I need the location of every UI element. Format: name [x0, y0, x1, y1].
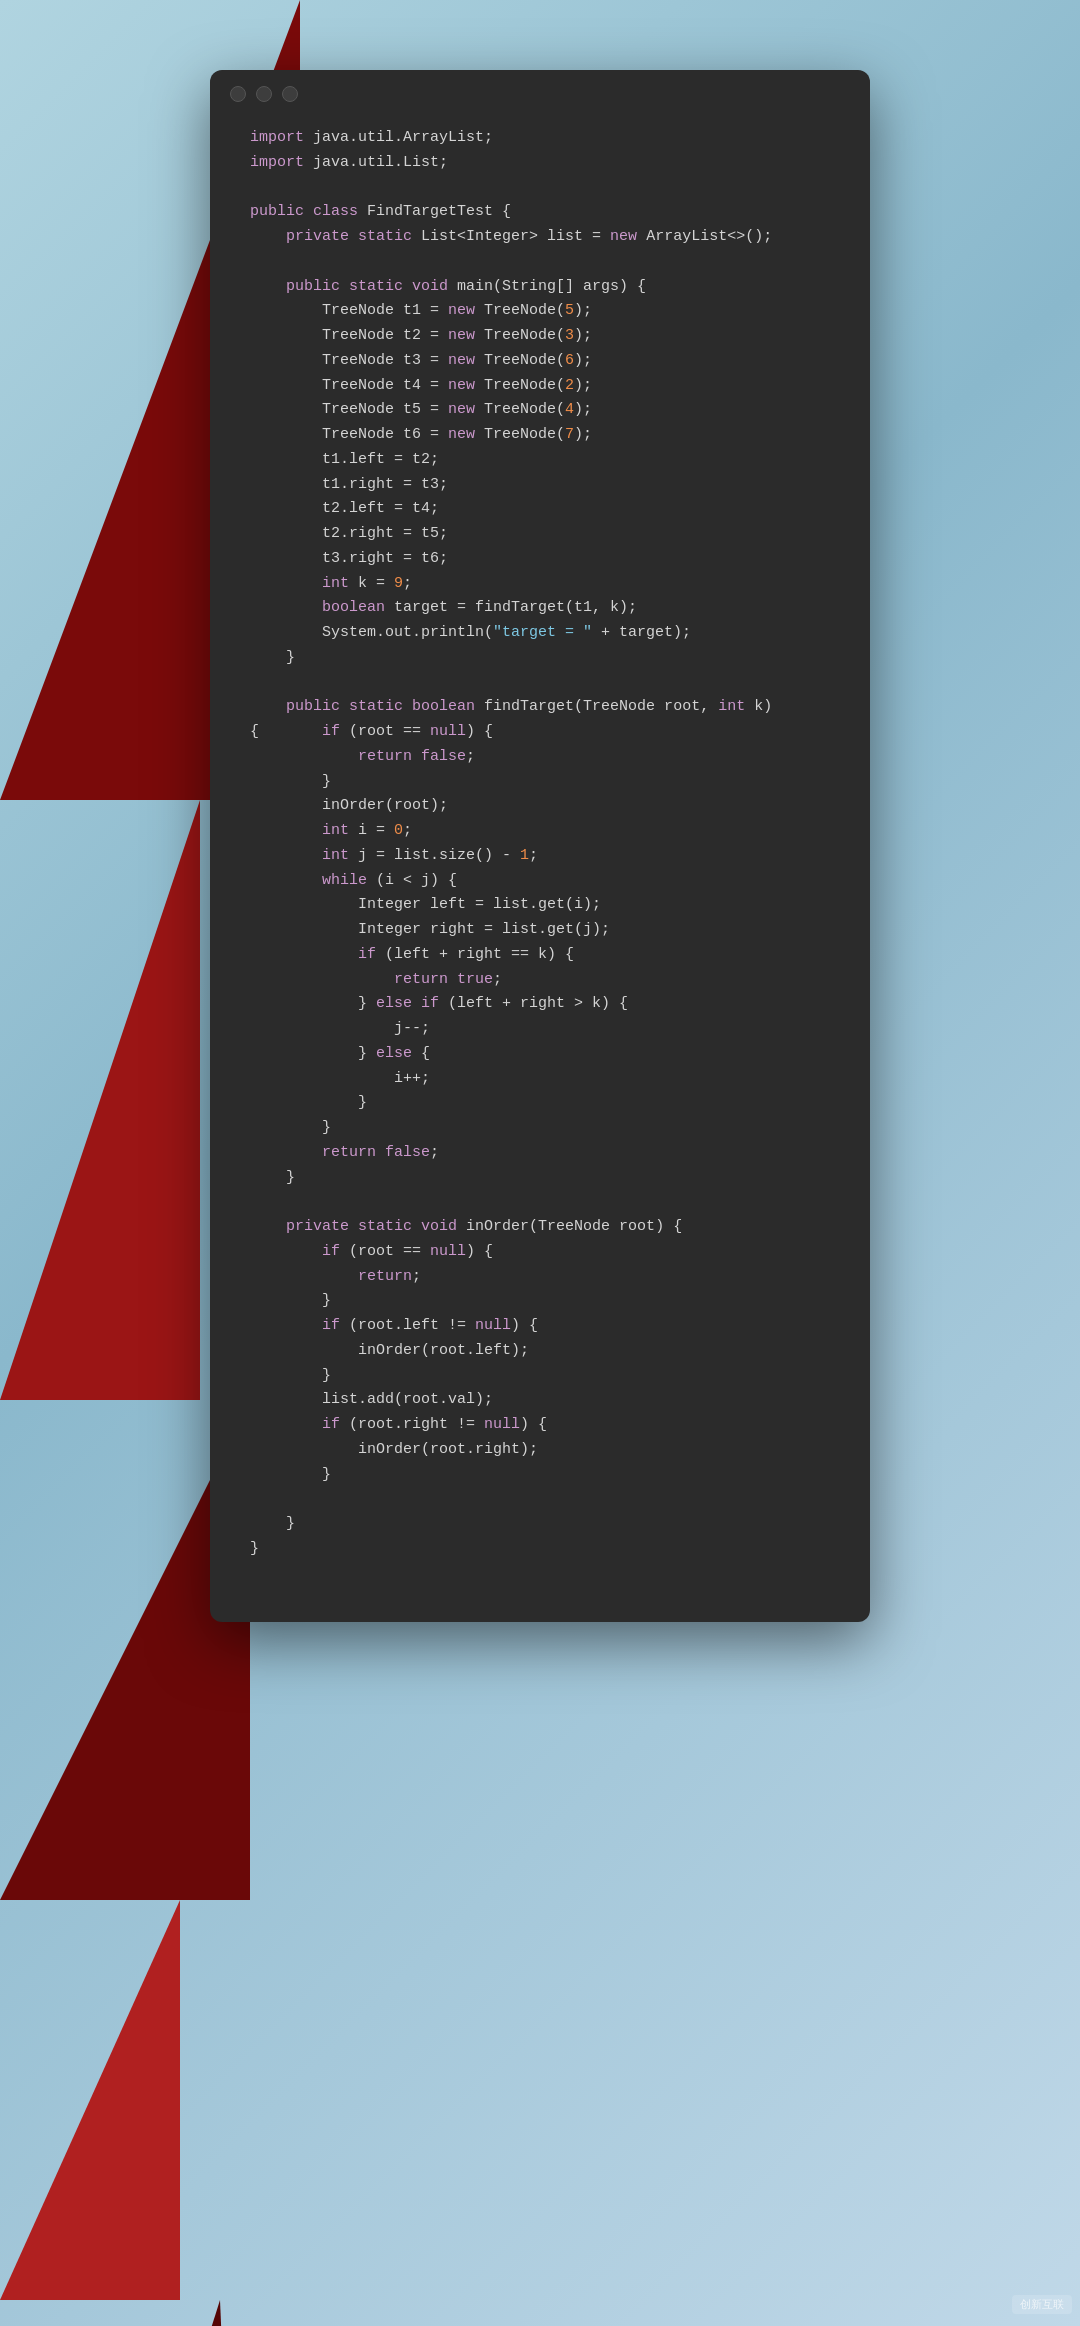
maximize-button[interactable]	[282, 86, 298, 102]
code-content: import java.util.ArrayList; import java.…	[210, 116, 870, 1582]
close-button[interactable]	[230, 86, 246, 102]
minimize-button[interactable]	[256, 86, 272, 102]
watermark: 创新互联	[1012, 2295, 1072, 2314]
titlebar	[210, 70, 870, 116]
code-window: import java.util.ArrayList; import java.…	[210, 70, 870, 1622]
